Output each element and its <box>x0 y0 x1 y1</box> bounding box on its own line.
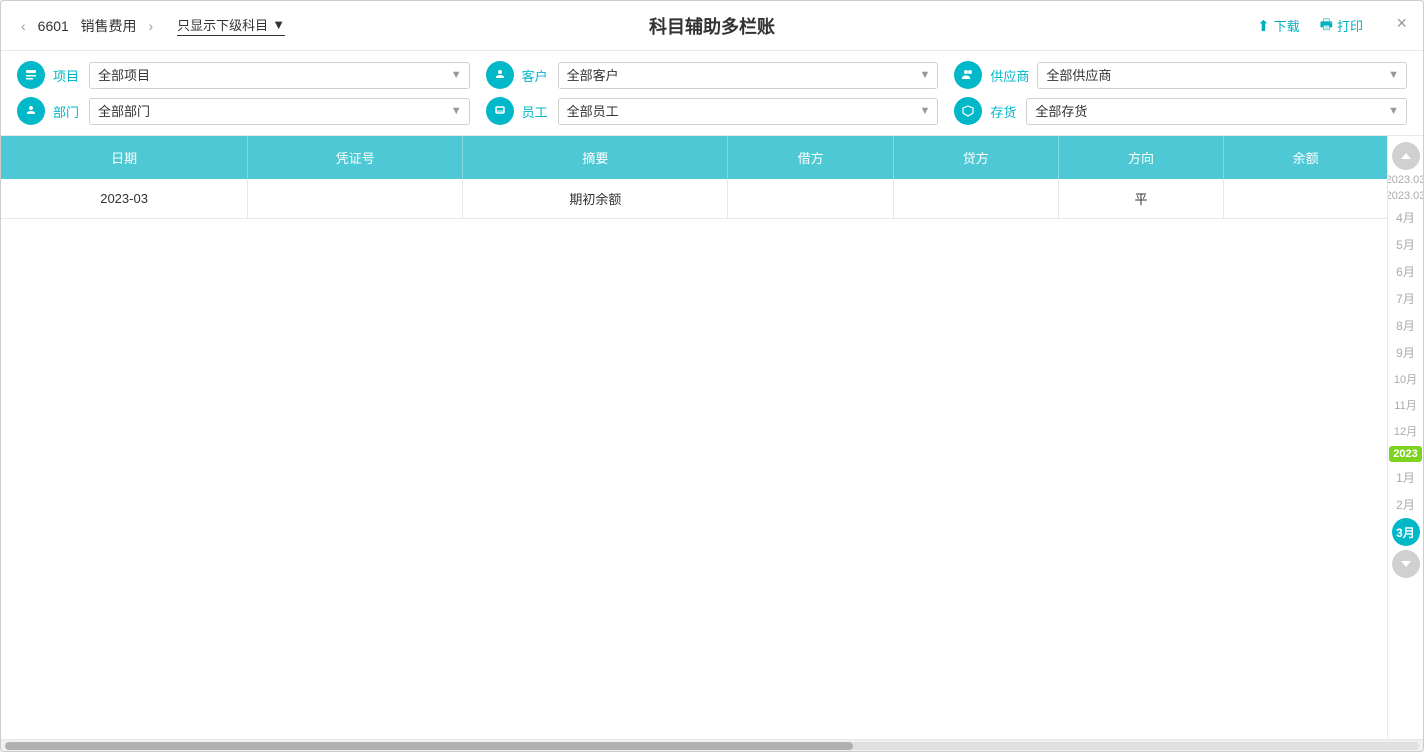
department-label: 部门 <box>53 102 81 121</box>
download-button[interactable]: ⬆ 下载 <box>1257 16 1300 35</box>
table-header-row: 日期 凭证号 摘要 借方 贷方 方向 余额 <box>1 136 1387 179</box>
employee-icon <box>486 97 514 125</box>
cell-debit <box>728 179 893 219</box>
prev-account-arrow[interactable]: ‹ <box>17 16 30 36</box>
bottom-scrollbar[interactable] <box>1 739 1423 751</box>
print-button[interactable]: 🖶 打印 <box>1320 14 1363 38</box>
timeline-month-2[interactable]: 2月 <box>1388 491 1423 518</box>
timeline-month-5[interactable]: 5月 <box>1388 231 1423 258</box>
col-credit: 贷方 <box>893 136 1058 179</box>
inventory-select-wrapper: 全部存货 ▼ <box>1026 98 1407 125</box>
timeline-period-2: 2023.03 <box>1387 188 1423 204</box>
col-balance: 余额 <box>1224 136 1387 179</box>
timeline-month-10[interactable]: 10月 <box>1388 366 1423 392</box>
filter-employee: 员工 全部员工 ▼ <box>486 97 939 125</box>
filter-area: 项目 全部项目 ▼ 客户 全部客户 ▼ <box>1 51 1423 136</box>
next-account-arrow[interactable]: › <box>145 16 158 36</box>
customer-icon <box>486 61 514 89</box>
timeline-month-3-selected[interactable]: 3月 <box>1392 518 1420 546</box>
timeline-up-arrow[interactable] <box>1392 142 1420 170</box>
cell-date: 2023-03 <box>1 179 248 219</box>
filter-inventory: 存货 全部存货 ▼ <box>954 97 1407 125</box>
filter-project: 项目 全部项目 ▼ <box>17 61 470 89</box>
department-select-wrapper: 全部部门 ▼ <box>89 98 470 125</box>
data-table: 日期 凭证号 摘要 借方 贷方 方向 余额 2023-03 期初余额 <box>1 136 1387 219</box>
customer-select-wrapper: 全部客户 ▼ <box>558 62 939 89</box>
col-summary: 摘要 <box>463 136 728 179</box>
show-sub-button[interactable]: 只显示下级科目 ▼ <box>177 15 285 36</box>
timeline-month-11[interactable]: 11月 <box>1388 392 1423 418</box>
timeline-period-1: 2023.03 <box>1387 172 1423 188</box>
timeline-month-8[interactable]: 8月 <box>1388 312 1423 339</box>
print-label: 打印 <box>1337 16 1363 35</box>
timeline-year-badge: 2023 <box>1389 446 1421 462</box>
employee-label: 员工 <box>522 102 550 121</box>
project-select[interactable]: 全部项目 <box>89 62 470 89</box>
title-bar: ‹ 6601 销售费用 › 只显示下级科目 ▼ 科目辅助多栏账 ⬆ 下载 🖶 打… <box>1 1 1423 51</box>
cell-summary: 期初余额 <box>463 179 728 219</box>
filter-customer: 客户 全部客户 ▼ <box>486 61 939 89</box>
main-window: ‹ 6601 销售费用 › 只显示下级科目 ▼ 科目辅助多栏账 ⬆ 下载 🖶 打… <box>0 0 1424 752</box>
project-label: 项目 <box>53 66 81 85</box>
col-date: 日期 <box>1 136 248 179</box>
supplier-label: 供应商 <box>990 66 1029 85</box>
department-select[interactable]: 全部部门 <box>89 98 470 125</box>
scrollbar-track <box>5 742 1419 750</box>
inventory-select[interactable]: 全部存货 <box>1026 98 1407 125</box>
scrollbar-thumb[interactable] <box>5 742 853 750</box>
customer-label: 客户 <box>522 66 550 85</box>
customer-select[interactable]: 全部客户 <box>558 62 939 89</box>
inventory-icon <box>954 97 982 125</box>
close-button[interactable]: × <box>1396 13 1407 34</box>
project-icon <box>17 61 45 89</box>
cell-credit <box>893 179 1058 219</box>
table-container: 日期 凭证号 摘要 借方 贷方 方向 余额 2023-03 期初余额 <box>1 136 1423 739</box>
download-label: 下载 <box>1274 16 1300 35</box>
filter-department: 部门 全部部门 ▼ <box>17 97 470 125</box>
download-icon: ⬆ <box>1257 17 1270 35</box>
cell-direction: 平 <box>1058 179 1223 219</box>
timeline-down-arrow[interactable] <box>1392 550 1420 578</box>
title-bar-right: ⬆ 下载 🖶 打印 <box>1257 14 1407 38</box>
timeline-month-9[interactable]: 9月 <box>1388 339 1423 366</box>
show-sub-label: 只显示下级科目 <box>177 15 268 34</box>
cell-voucher <box>248 179 463 219</box>
timeline-month-1[interactable]: 1月 <box>1388 464 1423 491</box>
supplier-select-wrapper: 全部供应商 ▼ <box>1037 62 1407 89</box>
filter-supplier: 供应商 全部供应商 ▼ <box>954 61 1407 89</box>
col-voucher: 凭证号 <box>248 136 463 179</box>
supplier-select[interactable]: 全部供应商 <box>1037 62 1407 89</box>
employee-select[interactable]: 全部员工 <box>558 98 939 125</box>
timeline-month-6[interactable]: 6月 <box>1388 258 1423 285</box>
code-text: 6601 <box>38 18 69 34</box>
col-direction: 方向 <box>1058 136 1223 179</box>
dropdown-arrow-icon: ▼ <box>272 17 285 32</box>
employee-select-wrapper: 全部员工 ▼ <box>558 98 939 125</box>
page-title: 科目辅助多栏账 <box>649 13 775 39</box>
title-bar-left: ‹ 6601 销售费用 › 只显示下级科目 ▼ <box>17 15 285 36</box>
inventory-label: 存货 <box>990 102 1018 121</box>
account-name: 销售费用 <box>81 18 137 34</box>
col-debit: 借方 <box>728 136 893 179</box>
timeline-month-12[interactable]: 12月 <box>1388 418 1423 444</box>
supplier-icon <box>954 61 982 89</box>
timeline-month-4[interactable]: 4月 <box>1388 204 1423 231</box>
print-icon: 🖶 <box>1320 14 1333 38</box>
table-row: 2023-03 期初余额 平 <box>1 179 1387 219</box>
department-icon <box>17 97 45 125</box>
project-select-wrapper: 全部项目 ▼ <box>89 62 470 89</box>
side-timeline: 2023.03 2023.03 4月 5月 6月 7月 8月 9月 10月 11… <box>1387 136 1423 739</box>
account-code: 6601 销售费用 <box>38 16 137 36</box>
timeline-month-7[interactable]: 7月 <box>1388 285 1423 312</box>
cell-balance <box>1224 179 1387 219</box>
